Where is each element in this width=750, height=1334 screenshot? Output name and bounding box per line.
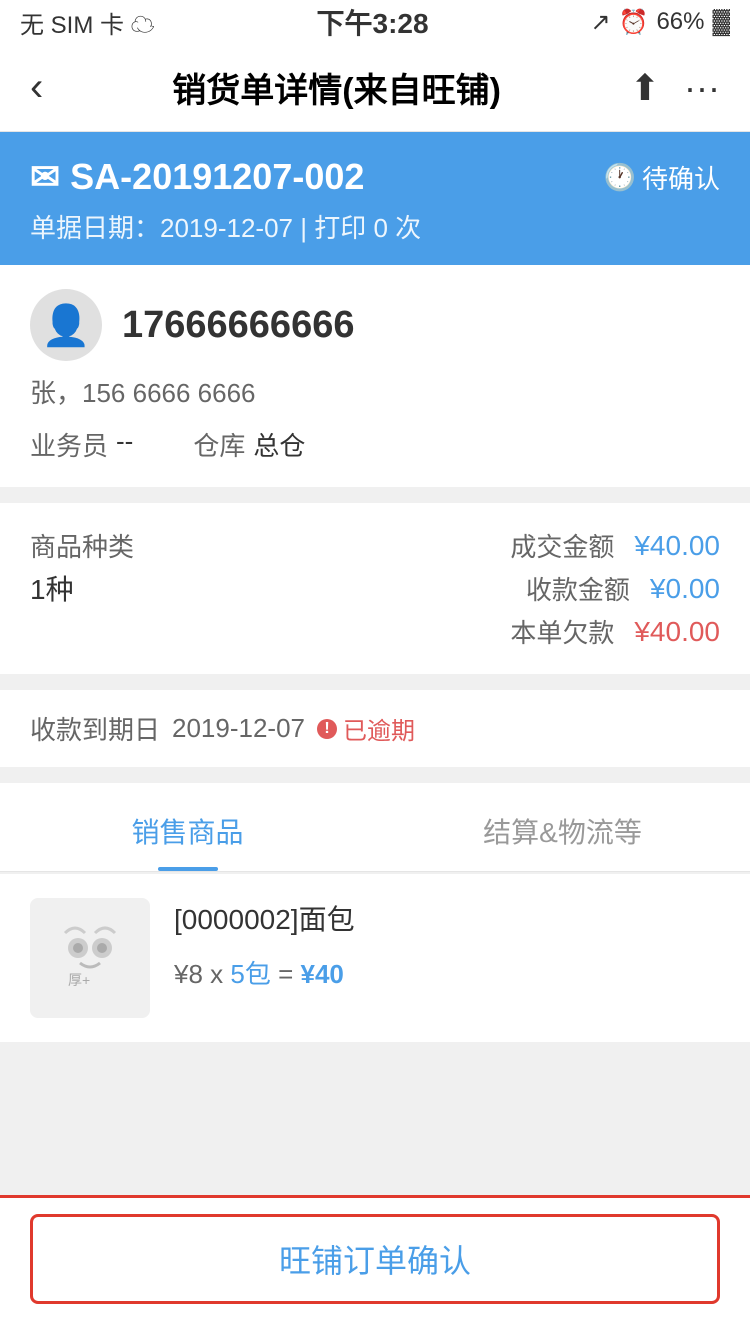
svg-text:厚+: 厚+	[68, 972, 90, 988]
payment-label: 收款金额	[526, 570, 630, 607]
no-sim-text: 无 SIM 卡 ☁	[20, 5, 155, 40]
product-name: [0000002]面包	[174, 898, 720, 938]
product-types-value: 1种	[30, 568, 134, 608]
summary-card: 商品种类 1种 成交金额 ¥40.00 收款金额 ¥0.00 本单欠款 ¥40.…	[0, 503, 750, 674]
order-header: ✉ SA-20191207-002 🕐 待确认 单据日期：2019-12-07 …	[0, 132, 750, 265]
balance-row: 本单欠款 ¥40.00	[510, 613, 720, 650]
product-types-label: 商品种类	[30, 527, 134, 564]
location-icon: ↗	[590, 8, 610, 37]
order-icon: ✉	[30, 156, 60, 198]
customer-name: 张，156 6666 6666	[30, 373, 720, 410]
price-equals: =	[278, 959, 293, 989]
due-date: 2019-12-07	[172, 713, 305, 744]
tab-settlement-logistics[interactable]: 结算&物流等	[375, 783, 750, 871]
product-info: [0000002]面包 ¥8 x 5包 = ¥40	[174, 898, 720, 991]
warehouse-label: 仓库	[193, 426, 245, 463]
share-icon[interactable]: ⬆	[630, 67, 660, 109]
payment-value: ¥0.00	[650, 573, 720, 605]
product-card: 厚+ [0000002]面包 ¥8 x 5包 = ¥40	[0, 874, 750, 1042]
due-label: 收款到期日	[30, 710, 160, 747]
more-icon[interactable]: ···	[684, 67, 720, 109]
tabs-row: 销售商品 结算&物流等	[0, 783, 750, 872]
warehouse-value: 总仓	[253, 426, 305, 463]
price-quantity: 5包	[230, 959, 270, 989]
salesman-item: 业务员 --	[30, 426, 133, 463]
order-date: 单据日期：2019-12-07 | 打印 0 次	[30, 208, 720, 245]
page-title: 销货单详情(来自旺铺)	[172, 63, 501, 112]
confirm-order-button[interactable]: 旺铺订单确认	[30, 1214, 720, 1304]
status-right: ↗ ⏰ 66% ▓	[590, 8, 730, 37]
transaction-label: 成交金额	[510, 527, 614, 564]
price-total: ¥40	[301, 959, 344, 989]
customer-meta: 业务员 -- 仓库 总仓	[30, 426, 720, 463]
payment-row: 收款金额 ¥0.00	[526, 570, 720, 607]
balance-value: ¥40.00	[634, 616, 720, 648]
status-time: 下午3:28	[317, 2, 429, 42]
user-icon: 👤	[41, 302, 91, 349]
product-types: 商品种类 1种	[30, 527, 134, 608]
nav-actions: ⬆ ···	[630, 67, 720, 109]
tabs-container: 销售商品 结算&物流等	[0, 783, 750, 872]
price-unit: ¥8	[174, 959, 203, 989]
overdue-text: 已逾期	[343, 711, 415, 746]
balance-label: 本单欠款	[510, 613, 614, 650]
transaction-value: ¥40.00	[634, 530, 720, 562]
order-status: 🕐 待确认	[604, 159, 720, 196]
transaction-row: 成交金额 ¥40.00	[510, 527, 720, 564]
warehouse-item: 仓库 总仓	[193, 426, 305, 463]
salesman-value: --	[116, 426, 133, 463]
customer-phone: 17666666666	[122, 304, 354, 347]
price-multiplier: x	[210, 959, 223, 989]
battery-text: 66%	[656, 8, 704, 36]
overdue-icon: !	[317, 719, 337, 739]
salesman-label: 业务员	[30, 426, 108, 463]
order-id: ✉ SA-20191207-002	[30, 156, 364, 198]
product-logo-icon: 厚+	[50, 913, 130, 1004]
due-card: 收款到期日 2019-12-07 ! 已逾期	[0, 690, 750, 767]
product-thumbnail: 厚+	[30, 898, 150, 1018]
amounts: 成交金额 ¥40.00 收款金额 ¥0.00 本单欠款 ¥40.00	[510, 527, 720, 650]
customer-card: 👤 17666666666 张，156 6666 6666 业务员 -- 仓库 …	[0, 265, 750, 487]
avatar: 👤	[30, 289, 102, 361]
tab-sales-products[interactable]: 销售商品	[0, 783, 375, 871]
overdue-badge: ! 已逾期	[317, 711, 415, 746]
alarm-icon: ⏰	[619, 8, 649, 37]
clock-icon: 🕐	[604, 162, 636, 193]
back-button[interactable]: ‹	[30, 65, 43, 110]
status-bar: 无 SIM 卡 ☁ 下午3:28 ↗ ⏰ 66% ▓	[0, 0, 750, 44]
nav-bar: ‹ 销货单详情(来自旺铺) ⬆ ···	[0, 44, 750, 132]
bottom-bar: 旺铺订单确认	[0, 1195, 750, 1334]
battery-icon: ▓	[712, 8, 730, 36]
status-left: 无 SIM 卡 ☁	[20, 5, 155, 40]
product-price: ¥8 x 5包 = ¥40	[174, 954, 720, 991]
